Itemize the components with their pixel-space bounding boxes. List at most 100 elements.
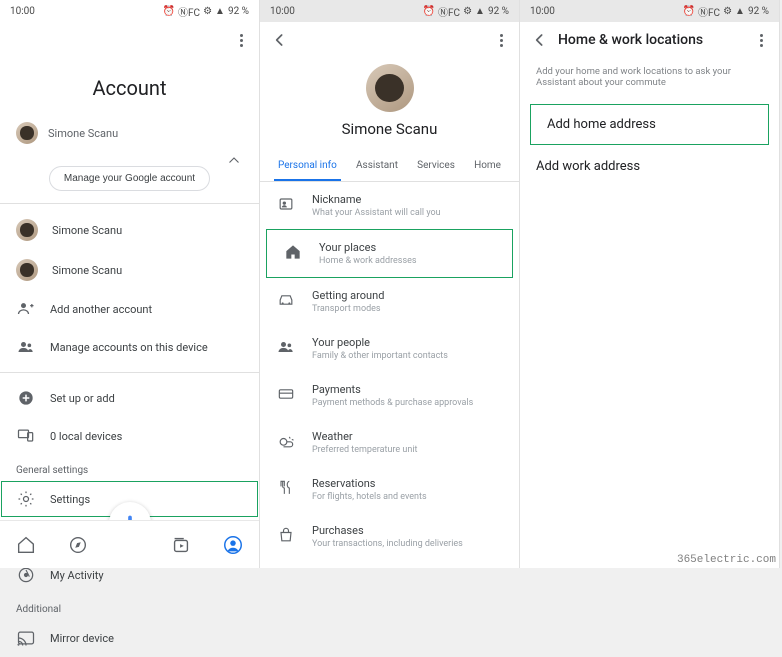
tab-personal-info[interactable]: Personal info	[274, 152, 341, 181]
setting-getting-around[interactable]: Getting around Transport modes	[260, 278, 519, 325]
tab-home[interactable]: Home	[470, 152, 505, 181]
back-button[interactable]	[530, 30, 550, 50]
nav-library-button[interactable]	[169, 533, 193, 557]
bag-icon	[276, 525, 296, 545]
tab-bar: Personal info Assistant Services Home	[260, 152, 519, 181]
card-icon	[276, 384, 296, 404]
status-time: 10:00	[10, 6, 35, 17]
setting-subtitle: Payment methods & purchase approvals	[312, 398, 473, 408]
setting-reservations[interactable]: Reservations For flights, hotels and even…	[260, 466, 519, 513]
manage-accounts-on-device[interactable]: Manage accounts on this device	[0, 328, 259, 366]
activity-icon	[16, 565, 36, 585]
nav-home-button[interactable]	[14, 533, 38, 557]
status-icons: ⏰ⓃFC⚙▲ 92 %	[423, 4, 509, 19]
section-additional: Additional	[0, 594, 259, 619]
arrow-back-icon	[530, 30, 550, 50]
person-add-icon	[16, 299, 36, 319]
nav-explore-button[interactable]	[66, 533, 90, 557]
watermark: 365electric.com	[677, 554, 776, 566]
appbar	[260, 22, 519, 58]
set-up-or-add[interactable]: Set up or add	[0, 379, 259, 417]
tab-services[interactable]: Services	[413, 152, 459, 181]
list-item-label: My Activity	[50, 569, 104, 582]
setting-title: Getting around	[312, 289, 384, 302]
devices-icon	[16, 426, 36, 446]
status-bar: 10:00 ⏰ⓃFC⚙▲ 92 %	[260, 0, 519, 22]
car-icon	[276, 290, 296, 310]
screen-account: 10:00 ⏰ⓃFC⚙▲ 92 % Account Simone Scanu M…	[0, 0, 260, 568]
status-time: 10:00	[530, 6, 555, 17]
overflow-menu-button[interactable]	[233, 32, 249, 48]
back-button[interactable]	[270, 30, 290, 50]
setting-subtitle: Your transactions, including deliveries	[312, 539, 463, 549]
profile-name: Simone Scanu	[260, 120, 519, 138]
divider	[0, 203, 259, 204]
people-icon	[16, 337, 36, 357]
status-battery: 92 %	[488, 6, 509, 17]
mirror-device-item[interactable]: Mirror device	[0, 619, 259, 657]
setting-subtitle: Transport modes	[312, 304, 384, 314]
gear-icon	[16, 489, 36, 509]
arrow-back-icon	[270, 30, 290, 50]
people-icon	[276, 337, 296, 357]
tab-assistant[interactable]: Assistant	[352, 152, 402, 181]
plus-circle-icon	[16, 388, 36, 408]
compass-icon	[67, 534, 89, 556]
status-icons: ⏰ⓃFC⚙▲ 92 %	[163, 4, 249, 19]
add-another-account[interactable]: Add another account	[0, 290, 259, 328]
account-name: Simone Scanu	[52, 224, 122, 237]
profile-header[interactable]: Simone Scanu	[0, 118, 259, 148]
appbar	[0, 22, 259, 58]
setting-nickname[interactable]: NicknameWhat your Assistant will call yo…	[260, 182, 519, 229]
appbar: Home & work locations	[520, 22, 779, 58]
setting-purchases[interactable]: Purchases Your transactions, including de…	[260, 513, 519, 560]
list-item-label: Mirror device	[50, 632, 114, 645]
list-item-label: Manage accounts on this device	[50, 341, 208, 354]
divider	[0, 372, 259, 373]
setting-title: Reservations	[312, 477, 427, 490]
setting-payments[interactable]: Payments Payment methods & purchase appro…	[260, 372, 519, 419]
profile-name: Simone Scanu	[48, 127, 118, 140]
screen-home-work-locations: 10:00 ⏰ⓃFC⚙▲ 92 % Home & work locations …	[520, 0, 780, 568]
setting-your-places[interactable]: Your placesHome & work addresses	[267, 230, 512, 277]
setting-your-people[interactable]: Your people Family & other important cont…	[260, 325, 519, 372]
setting-subtitle: For flights, hotels and events	[312, 492, 427, 502]
setting-title: Your people	[312, 336, 448, 349]
library-icon	[170, 534, 192, 556]
status-battery: 92 %	[748, 6, 769, 17]
weather-icon	[276, 431, 296, 451]
add-home-address[interactable]: Add home address	[530, 104, 769, 145]
page-title: Home & work locations	[558, 32, 745, 48]
overflow-menu-button[interactable]	[753, 32, 769, 48]
setting-subtitle: Family & other important contacts	[312, 351, 448, 361]
setting-subtitle: Home & work addresses	[319, 256, 417, 266]
setting-subtitle: What your Assistant will call you	[312, 208, 441, 218]
list-item-label: Add another account	[50, 303, 152, 316]
setting-weather[interactable]: Weather Preferred temperature unit	[260, 419, 519, 466]
local-devices[interactable]: 0 local devices	[0, 417, 259, 455]
status-bar: 10:00 ⏰ⓃFC⚙▲ 92 %	[520, 0, 779, 22]
status-battery: 92 %	[228, 6, 249, 17]
home-icon	[283, 242, 303, 262]
status-bar: 10:00 ⏰ⓃFC⚙▲ 92 %	[0, 0, 259, 22]
setting-title: Weather	[312, 430, 417, 443]
setting-title: Payments	[312, 383, 473, 396]
account-item[interactable]: Simone Scanu	[0, 210, 259, 250]
chevron-up-icon[interactable]	[225, 152, 243, 170]
section-general-settings: General settings	[0, 455, 259, 480]
manage-google-account-button[interactable]: Manage your Google account	[49, 166, 210, 191]
add-work-address[interactable]: Add work address	[520, 147, 779, 186]
list-item-label: Settings	[50, 493, 90, 506]
page-title: Account	[0, 76, 259, 100]
status-time: 10:00	[270, 6, 295, 17]
setting-subtitle: Preferred temperature unit	[312, 445, 417, 455]
setting-title: Purchases	[312, 524, 463, 537]
cast-icon	[16, 628, 36, 648]
account-name: Simone Scanu	[52, 264, 122, 277]
overflow-menu-button[interactable]	[493, 32, 509, 48]
fork-icon	[276, 478, 296, 498]
account-item[interactable]: Simone Scanu	[0, 250, 259, 290]
avatar	[16, 122, 38, 144]
nav-account-button[interactable]	[221, 533, 245, 557]
list-item-label: Set up or add	[50, 392, 115, 405]
